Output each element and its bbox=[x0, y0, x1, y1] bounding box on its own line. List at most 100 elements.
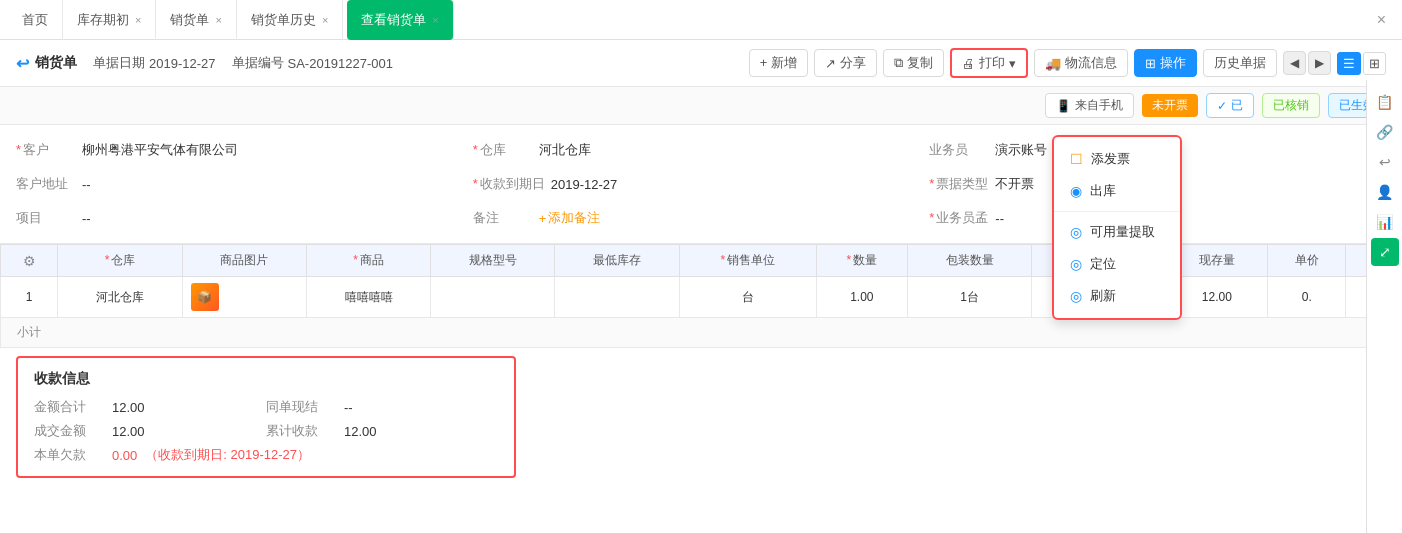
sidebar-doc-icon[interactable]: 📋 bbox=[1371, 88, 1399, 116]
tab-sales[interactable]: 销货单 × bbox=[156, 0, 236, 40]
sidebar-expand-icon[interactable]: ⤢ bbox=[1371, 238, 1399, 266]
subtotal-label: 小计 bbox=[1, 318, 1402, 348]
operation-button-label: 操作 bbox=[1160, 54, 1186, 72]
form-area: 客户 柳州粤港平安气体有限公司 仓库 河北仓库 业务员 演示账号 客户地址 --… bbox=[0, 125, 1402, 244]
address-value: -- bbox=[82, 177, 91, 192]
tab-sales-close[interactable]: × bbox=[215, 14, 221, 26]
row-min-stock bbox=[555, 277, 679, 318]
from-phone-button[interactable]: 📱 来自手机 bbox=[1045, 93, 1134, 118]
locate-label: 定位 bbox=[1090, 255, 1116, 273]
print-button[interactable]: 🖨 打印 ▾ bbox=[950, 48, 1028, 78]
logistics-icon: 🚚 bbox=[1045, 56, 1061, 71]
copy-button[interactable]: ⧉ 复制 bbox=[883, 49, 944, 77]
ticket-type-value: 不开票 bbox=[995, 175, 1034, 193]
amount-label: 金额合计 bbox=[34, 398, 104, 416]
history-button-label: 历史单据 bbox=[1214, 54, 1266, 72]
window-close-button[interactable]: × bbox=[1369, 11, 1394, 29]
add-note-button[interactable]: + 添加备注 bbox=[539, 209, 601, 227]
not-open-ticket-button[interactable]: 未开票 bbox=[1142, 94, 1198, 117]
phone-icon: 📱 bbox=[1056, 99, 1071, 113]
th-product: 商品 bbox=[306, 245, 430, 277]
due-date-value: 2019-12-27 bbox=[551, 177, 618, 192]
add-button-label: + 新增 bbox=[760, 54, 797, 72]
view-list-button[interactable]: ☰ bbox=[1337, 52, 1361, 75]
copy-icon: ⧉ bbox=[894, 55, 903, 71]
refresh-label: 刷新 bbox=[1090, 287, 1116, 305]
dropdown-outbound[interactable]: ◉ 出库 bbox=[1054, 175, 1180, 207]
project-row: 项目 -- bbox=[16, 205, 473, 231]
th-price: 单价 bbox=[1268, 245, 1346, 277]
dropdown-locate[interactable]: ◎ 定位 bbox=[1054, 248, 1180, 280]
row-unit: 台 bbox=[679, 277, 816, 318]
product-image: 📦 bbox=[191, 283, 219, 311]
row-num: 1 bbox=[1, 277, 58, 318]
sidebar-person-icon[interactable]: 👤 bbox=[1371, 178, 1399, 206]
operation-button[interactable]: ⊞ 操作 bbox=[1134, 49, 1197, 77]
dropdown-divider bbox=[1054, 211, 1180, 212]
operation-dropdown: ☐ 添发票 ◉ 出库 ◎ 可用量提取 ◎ 定位 ◎ 刷新 bbox=[1052, 135, 1182, 320]
dropdown-refresh[interactable]: ◎ 刷新 bbox=[1054, 280, 1180, 312]
salesperson-label: 业务员 bbox=[929, 141, 989, 159]
print-button-label: 打印 bbox=[979, 54, 1005, 72]
tab-view-sales-close[interactable]: × bbox=[432, 14, 438, 26]
share-button-label: 分享 bbox=[840, 54, 866, 72]
outbound-icon: ◉ bbox=[1070, 183, 1082, 199]
same-order-label: 同单现结 bbox=[266, 398, 336, 416]
warehouse-row: 仓库 河北仓库 bbox=[473, 137, 930, 163]
nav-next[interactable]: ▶ bbox=[1308, 51, 1331, 75]
due-date-row: 收款到期日 2019-12-27 bbox=[473, 171, 930, 197]
subtotal-row: 小计 bbox=[1, 318, 1402, 348]
share-button[interactable]: ↗ 分享 bbox=[814, 49, 877, 77]
sidebar-return-icon[interactable]: ↩ bbox=[1371, 148, 1399, 176]
remark-row: 备注 + 添加备注 bbox=[473, 205, 930, 231]
tab-history[interactable]: 销货单历史 × bbox=[237, 0, 343, 40]
nav-prev[interactable]: ◀ bbox=[1283, 51, 1306, 75]
history-button[interactable]: 历史单据 bbox=[1203, 49, 1277, 77]
tab-inventory[interactable]: 库存期初 × bbox=[63, 0, 156, 40]
sidebar-link-icon[interactable]: 🔗 bbox=[1371, 118, 1399, 146]
sidebar-chart-icon[interactable]: 📊 bbox=[1371, 208, 1399, 236]
nav-arrows: ◀ ▶ bbox=[1283, 51, 1331, 75]
confirm-button[interactable]: ✓ 已 bbox=[1206, 93, 1254, 118]
accumulated-row: 累计收款 12.00 bbox=[266, 422, 498, 440]
add-invoice-icon: ☐ bbox=[1070, 151, 1083, 167]
doc-number-value: SA-20191227-001 bbox=[288, 56, 394, 71]
logistics-button[interactable]: 🚚 物流信息 bbox=[1034, 49, 1128, 77]
toolbar: + 新增 ↗ 分享 ⧉ 复制 🖨 打印 ▾ 🚚 物流信息 bbox=[749, 48, 1386, 78]
tab-view-sales[interactable]: 查看销货单 × bbox=[347, 0, 453, 40]
remark-label: 备注 bbox=[473, 209, 533, 227]
add-note-icon: + bbox=[539, 211, 547, 226]
settings-icon[interactable]: ⚙ bbox=[23, 253, 36, 269]
th-warehouse: 仓库 bbox=[58, 245, 182, 277]
customer-row: 客户 柳州粤港平安气体有限公司 bbox=[16, 137, 473, 163]
tab-bar: 首页 库存期初 × 销货单 × 销货单历史 × 查看销货单 × × bbox=[0, 0, 1402, 40]
due-text: （收款到期日: 2019-12-27） bbox=[145, 446, 310, 464]
th-pkg-qty: 包装数量 bbox=[907, 245, 1031, 277]
warehouse-label: 仓库 bbox=[473, 141, 533, 159]
th-product-img: 商品图片 bbox=[182, 245, 306, 277]
tab-inventory-close[interactable]: × bbox=[135, 14, 141, 26]
project-label: 项目 bbox=[16, 209, 76, 227]
doc-header: ↩ 销货单 单据日期 2019-12-27 单据编号 SA-20191227-0… bbox=[0, 40, 1402, 87]
dropdown-available-qty[interactable]: ◎ 可用量提取 bbox=[1054, 216, 1180, 248]
locate-icon: ◎ bbox=[1070, 256, 1082, 272]
warehouse-value: 河北仓库 bbox=[539, 141, 591, 159]
view-toggle: ☰ ⊞ bbox=[1337, 52, 1386, 75]
available-qty-label: 可用量提取 bbox=[1090, 223, 1155, 241]
same-order-row: 同单现结 -- bbox=[266, 398, 498, 416]
add-button[interactable]: + 新增 bbox=[749, 49, 808, 77]
accumulated-value: 12.00 bbox=[344, 424, 377, 439]
tab-home[interactable]: 首页 bbox=[8, 0, 63, 40]
doc-number-item: 单据编号 SA-20191227-001 bbox=[232, 54, 394, 72]
doc-title-text: 销货单 bbox=[35, 54, 77, 72]
dropdown-add-invoice[interactable]: ☐ 添发票 bbox=[1054, 143, 1180, 175]
tab-history-close[interactable]: × bbox=[322, 14, 328, 26]
view-grid-button[interactable]: ⊞ bbox=[1363, 52, 1386, 75]
owe-row: 本单欠款 0.00 （收款到期日: 2019-12-27） bbox=[34, 446, 498, 464]
share-icon: ↗ bbox=[825, 56, 836, 71]
sold-badge: 已核销 bbox=[1262, 93, 1320, 118]
tab-home-label: 首页 bbox=[22, 11, 48, 29]
amount-row: 金额合计 12.00 bbox=[34, 398, 266, 416]
payment-info: 收款信息 金额合计 12.00 同单现结 -- 成交金额 12.00 累计收款 … bbox=[16, 356, 516, 478]
same-order-value: -- bbox=[344, 400, 353, 415]
